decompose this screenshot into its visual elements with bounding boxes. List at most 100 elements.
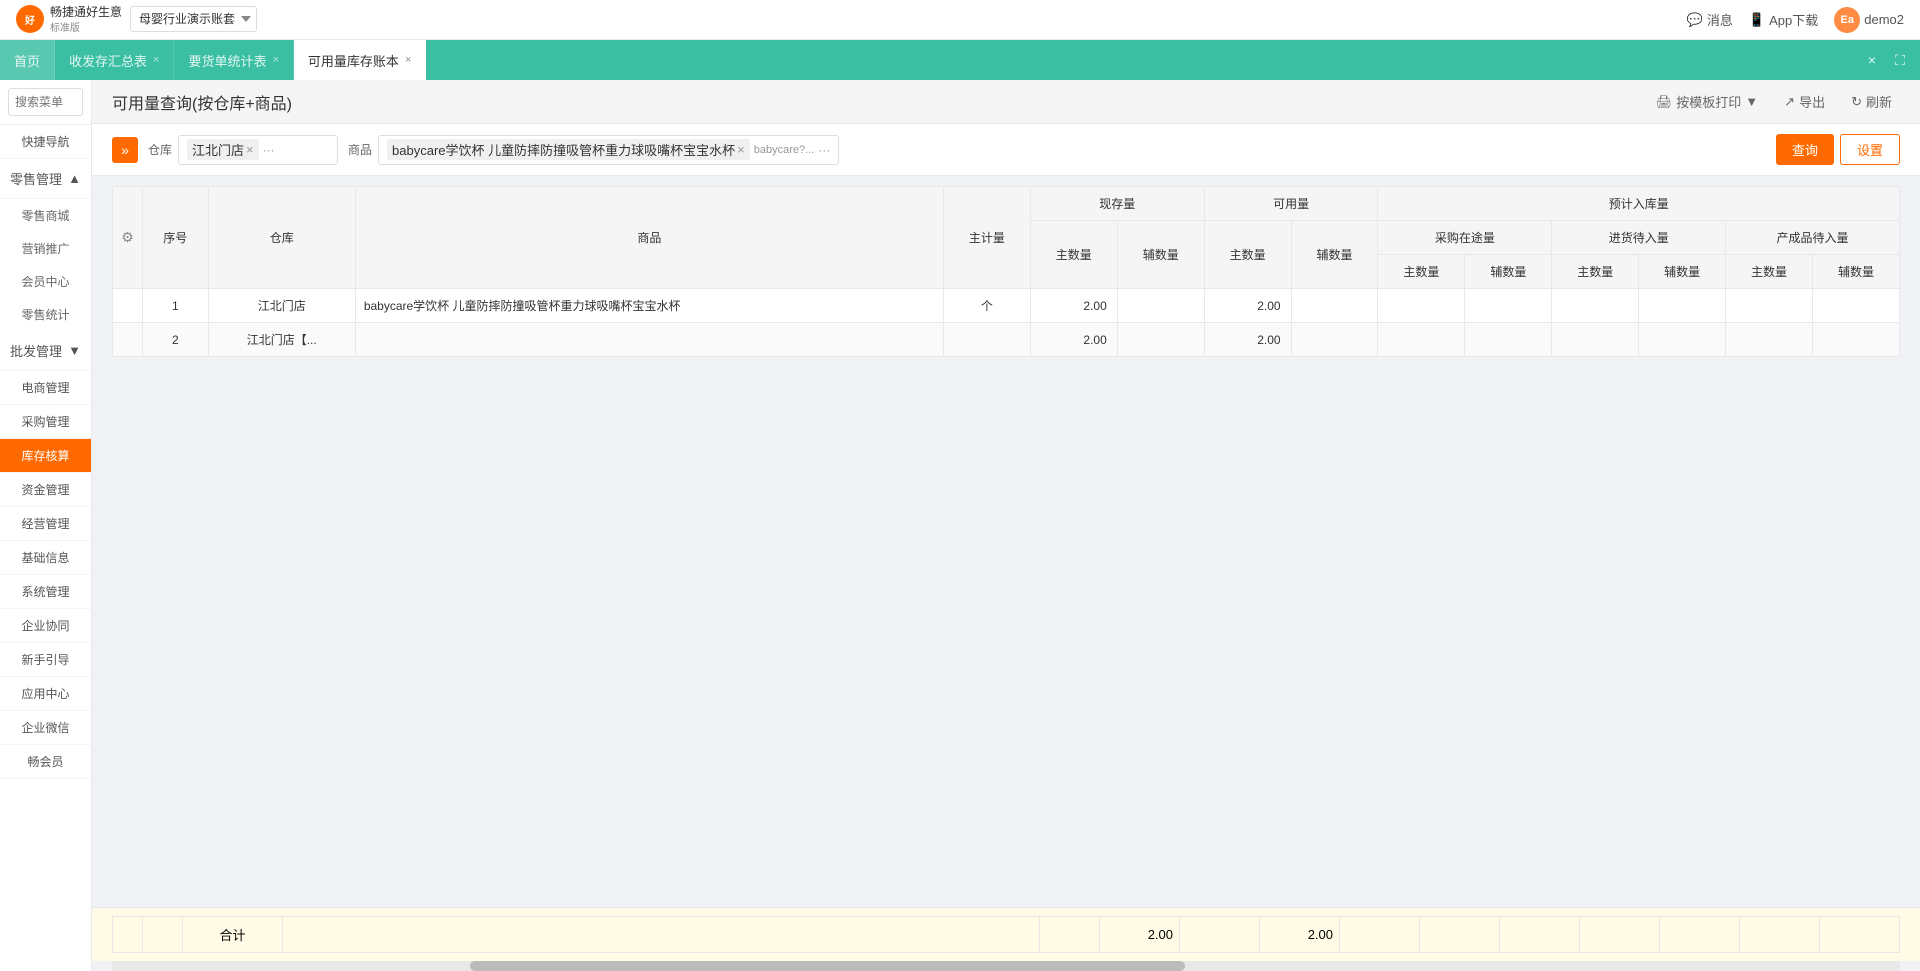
table-cell <box>1726 323 1813 357</box>
footer-pur-transit-main <box>1420 917 1500 953</box>
product-tag-1-value: babycare学饮杯 儿童防摔防撞吸管杯重力球吸嘴杯宝宝水杯 <box>392 140 735 159</box>
setting-button[interactable]: 设置 <box>1840 134 1900 165</box>
logo-icon: 好 <box>16 5 44 33</box>
table-cell: 2.00 <box>1204 289 1291 323</box>
tab-home[interactable]: 首页 <box>0 40 55 80</box>
message-btn[interactable]: 💬 消息 <box>1687 10 1733 29</box>
industry-select[interactable]: 母婴行业演示账套 <box>130 6 257 32</box>
table-cell <box>1813 323 1900 357</box>
th-main-unit: 主计量 <box>943 187 1030 289</box>
tab-recv-send[interactable]: 收发存汇总表 × <box>55 40 174 80</box>
sidebar-item-wholesale-mgmt[interactable]: 批发管理 ▼ <box>0 331 91 371</box>
export-btn[interactable]: ↗ 导出 <box>1776 88 1833 115</box>
th-available: 可用量 <box>1204 187 1378 221</box>
filter-actions: 查询 设置 <box>1776 134 1900 165</box>
th-current-stock: 现存量 <box>1030 187 1204 221</box>
th-import-pending: 进货待入量 <box>1552 221 1726 255</box>
table-cell: 2.00 <box>1030 323 1117 357</box>
table-cell <box>1813 289 1900 323</box>
table-cell: 1 <box>143 289 209 323</box>
tab-order-stat[interactable]: 要货单统计表 × <box>174 40 293 80</box>
print-icon: 🖨 <box>1656 94 1673 110</box>
top-bar: 好 畅捷通好生意 标准版 母婴行业演示账套 💬 消息 📱 App下载 Ea de… <box>0 0 1920 40</box>
horizontal-scrollbar[interactable] <box>112 961 1900 971</box>
product-tag-1-remove[interactable]: × <box>737 142 745 157</box>
table-row: 2江北门店【...2.002.00 <box>113 323 1900 357</box>
sidebar-item-retail-mgmt-label: 零售管理 <box>10 169 62 188</box>
footer-pur-transit-aux <box>1500 917 1580 953</box>
sidebar-item-retail-mgmt[interactable]: 零售管理 ▲ <box>0 159 91 199</box>
refresh-icon: ↻ <box>1851 94 1862 110</box>
fullscreen-btn[interactable]: ⛶ <box>1888 48 1912 72</box>
query-button[interactable]: 查询 <box>1776 134 1834 165</box>
footer-import-aux <box>1660 917 1740 953</box>
logo-sub: 标准版 <box>50 19 122 34</box>
sidebar-item-retail-stat[interactable]: 零售统计 <box>0 298 91 331</box>
data-table: ⚙ 序号 仓库 商品 主计量 现存量 可用量 预计入库量 主数量 辅数量 主数量 <box>112 186 1900 357</box>
sidebar-item-app-center[interactable]: 应用中心 <box>0 677 91 711</box>
close-all-btn[interactable]: × <box>1860 48 1884 72</box>
sidebar-item-inventory[interactable]: 库存核算 <box>0 439 91 473</box>
tab-available-stock-close[interactable]: × <box>405 54 411 66</box>
search-input[interactable] <box>8 88 83 116</box>
product-ellipsis[interactable]: ··· <box>818 143 830 157</box>
table-row: 1江北门店babycare学饮杯 儿童防摔防撞吸管杯重力球吸嘴杯宝宝水杯个2.0… <box>113 289 1900 323</box>
refresh-btn[interactable]: ↻ 刷新 <box>1843 88 1900 115</box>
warehouse-tag-remove[interactable]: × <box>246 142 254 157</box>
table-footer: 合计 2.00 2.00 <box>92 907 1920 961</box>
footer-product-cell <box>283 917 1040 953</box>
sidebar-item-vip-member[interactable]: 畅会员 <box>0 745 91 779</box>
table-cell <box>1726 289 1813 323</box>
print-btn[interactable]: 🖨 按模板打印 ▼ <box>1648 88 1766 115</box>
nav-right-buttons: × ⛶ <box>1852 40 1920 80</box>
table-cell: 2.00 <box>1204 323 1291 357</box>
sidebar-item-retail-mall[interactable]: 零售商城 <box>0 199 91 232</box>
tab-recv-send-close[interactable]: × <box>153 54 159 66</box>
table-cell <box>113 323 143 357</box>
filter-expand-btn[interactable]: » <box>112 137 138 163</box>
table-cell: babycare学饮杯 儿童防摔防撞吸管杯重力球吸嘴杯宝宝水杯 <box>355 289 943 323</box>
sidebar-item-basics[interactable]: 基础信息 <box>0 541 91 575</box>
sidebar-item-ecommerce[interactable]: 电商管理 <box>0 371 91 405</box>
app-download-label: App下载 <box>1769 10 1818 29</box>
th-settings[interactable]: ⚙ <box>113 187 143 289</box>
user-name: demo2 <box>1864 12 1904 27</box>
sidebar-item-sys-mgmt[interactable]: 系统管理 <box>0 575 91 609</box>
sidebar-item-purchase[interactable]: 采购管理 <box>0 405 91 439</box>
footer-import-main <box>1580 917 1660 953</box>
warehouse-value-box[interactable]: 江北门店 × ··· <box>178 135 338 165</box>
sidebar-item-new-guide[interactable]: 新手引导 <box>0 643 91 677</box>
table-cell <box>943 323 1030 357</box>
sidebar-item-quick-nav[interactable]: 快捷导航 <box>0 125 91 159</box>
th-warehouse: 仓库 <box>208 187 355 289</box>
tab-order-stat-close[interactable]: × <box>272 54 278 66</box>
tab-available-stock[interactable]: 可用量库存账本 × <box>294 40 426 80</box>
sidebar-item-ops-mgmt[interactable]: 经营管理 <box>0 507 91 541</box>
column-settings-icon[interactable]: ⚙ <box>121 229 134 245</box>
warehouse-tag-value: 江北门店 <box>192 140 244 159</box>
sidebar-item-marketing[interactable]: 营销推广 <box>0 232 91 265</box>
th-pur-transit-main: 主数量 <box>1378 255 1465 289</box>
product-tag-2: babycare?... <box>754 144 815 156</box>
table-cell <box>1117 323 1204 357</box>
sidebar-item-enterprise[interactable]: 企业协同 <box>0 609 91 643</box>
warehouse-ellipsis[interactable]: ··· <box>263 143 275 157</box>
export-icon: ↗ <box>1784 94 1795 110</box>
chevron-down-icon-2: ▼ <box>68 343 81 358</box>
th-pur-transit-aux: 辅数量 <box>1465 255 1552 289</box>
th-prod-main: 主数量 <box>1726 255 1813 289</box>
message-icon: 💬 <box>1687 12 1703 28</box>
sidebar-item-member-center[interactable]: 会员中心 <box>0 265 91 298</box>
sidebar-item-finance[interactable]: 资金管理 <box>0 473 91 507</box>
scrollbar-thumb[interactable] <box>470 961 1185 971</box>
footer-prod-aux <box>1820 917 1900 953</box>
phone-icon: 📱 <box>1749 12 1765 28</box>
tab-recv-send-label: 收发存汇总表 <box>69 51 147 70</box>
user-area[interactable]: Ea demo2 <box>1834 7 1904 33</box>
content-area: 可用量查询(按仓库+商品) 🖨 按模板打印 ▼ ↗ 导出 ↻ 刷新 » <box>92 80 1920 971</box>
page-header: 可用量查询(按仓库+商品) 🖨 按模板打印 ▼ ↗ 导出 ↻ 刷新 <box>92 80 1920 124</box>
sidebar-item-wechat-biz[interactable]: 企业微信 <box>0 711 91 745</box>
app-download-btn[interactable]: 📱 App下载 <box>1749 10 1818 29</box>
footer-stock-aux <box>1180 917 1260 953</box>
product-value-box[interactable]: babycare学饮杯 儿童防摔防撞吸管杯重力球吸嘴杯宝宝水杯 × babyca… <box>378 135 839 165</box>
